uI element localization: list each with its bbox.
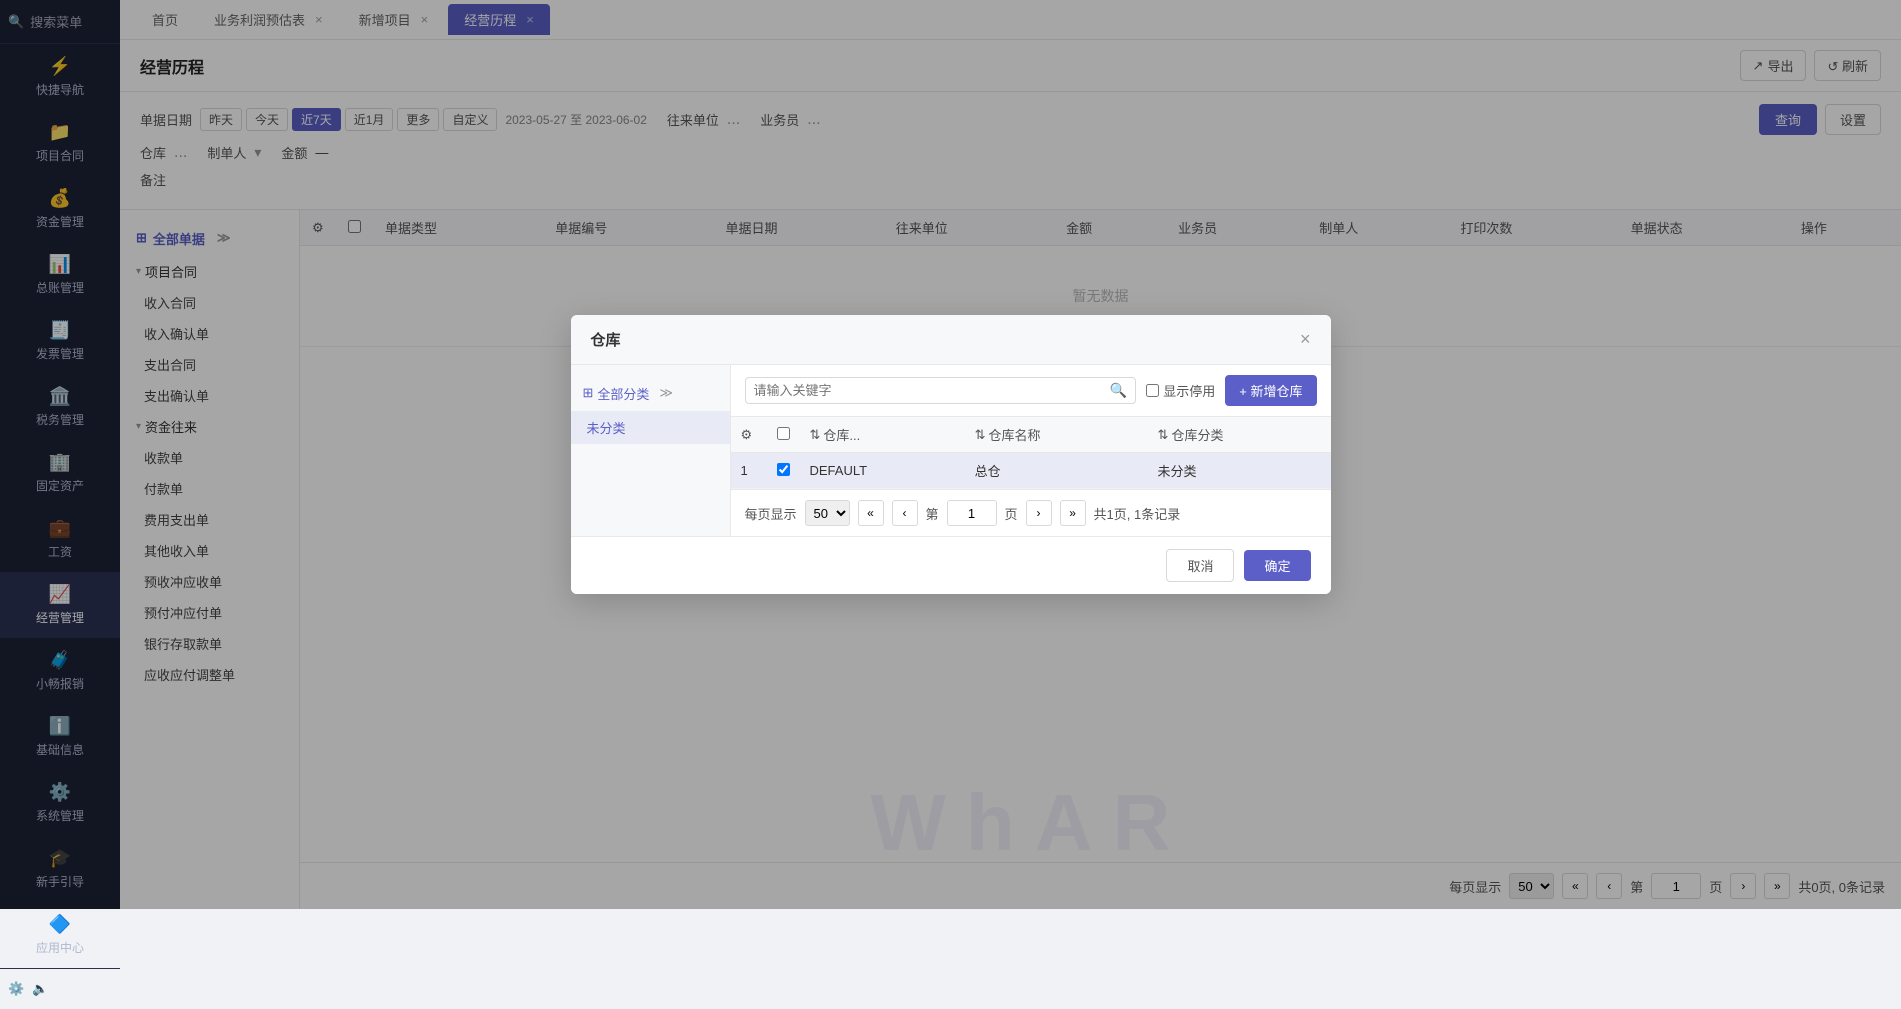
modal-th-checkbox[interactable] (767, 417, 800, 453)
show-disabled-label[interactable]: 显示停用 (1146, 381, 1215, 400)
modal-close-button[interactable]: × (1300, 329, 1311, 350)
show-disabled-checkbox[interactable] (1146, 384, 1159, 397)
modal-left-panel: ⊞ 全部分类 ≫ 未分类 (571, 365, 731, 536)
sidebar-item-label: 应用中心 (36, 939, 84, 956)
modal-table-header: ⚙ ⇅ 仓库... (731, 417, 1331, 453)
modal-per-page-label: 每页显示 (745, 504, 797, 523)
confirm-button[interactable]: 确定 (1244, 550, 1310, 581)
modal-body: ⊞ 全部分类 ≫ 未分类 🔍 (571, 365, 1331, 536)
modal-gear-icon: ⚙ (741, 427, 753, 442)
modal-th-gear[interactable]: ⚙ (731, 417, 767, 453)
modal-left-all-category: 全部分类 (597, 384, 649, 403)
modal-search-icon: 🔍 (1110, 382, 1127, 399)
sort-icon-name: ⇅ (975, 427, 986, 443)
cancel-button[interactable]: 取消 (1166, 549, 1234, 582)
modal-left-header[interactable]: ⊞ 全部分类 ≫ (571, 375, 730, 411)
sort-icon-code: ⇅ (810, 427, 821, 443)
modal-left-collapse-icon[interactable]: ≫ (653, 383, 679, 403)
modal-th-name: ⇅ 仓库名称 (965, 417, 1148, 453)
modal-prev-page[interactable]: ‹ (892, 500, 918, 526)
sidebar-bottom: ⚙️ 🔈 (0, 968, 120, 1009)
modal-next-page[interactable]: › (1026, 500, 1052, 526)
modal-search-input[interactable] (754, 383, 1104, 398)
warehouse-modal: 仓库 × ⊞ 全部分类 ≫ 未分类 (571, 315, 1331, 594)
modal-header: 仓库 × (571, 315, 1331, 365)
modal-page-label-pre: 第 (926, 504, 939, 523)
row-category: 未分类 (1148, 453, 1331, 489)
row-checkbox[interactable] (777, 463, 790, 476)
modal-table-wrapper: ⚙ ⇅ 仓库... (731, 417, 1331, 489)
modal-pagination: 每页显示 50 « ‹ 第 页 › » 共1页, 1条记录 (731, 489, 1331, 536)
modal-left-unclassified[interactable]: 未分类 (571, 411, 730, 444)
row-code: DEFAULT (800, 453, 965, 489)
modal-last-page[interactable]: » (1060, 500, 1086, 526)
modal-th-category: ⇅ 仓库分类 (1148, 417, 1331, 453)
modal-overlay: 仓库 × ⊞ 全部分类 ≫ 未分类 (0, 0, 1901, 909)
modal-page-label: 页 (1005, 504, 1018, 523)
sort-icon-category: ⇅ (1158, 427, 1169, 443)
modal-title: 仓库 (591, 329, 621, 350)
row-name: 总仓 (965, 453, 1148, 489)
modal-th-code: ⇅ 仓库... (800, 417, 965, 453)
apps-icon: 🔷 (49, 914, 71, 935)
grid-icon-modal: ⊞ (583, 385, 594, 401)
settings-icon[interactable]: ⚙️ (8, 981, 24, 997)
modal-right-panel: 🔍 显示停用 + 新增仓库 ⚙ (731, 365, 1331, 536)
modal-table: ⚙ ⇅ 仓库... (731, 417, 1331, 489)
row-index: 1 (731, 453, 767, 489)
modal-search-box: 🔍 (745, 377, 1137, 404)
modal-first-page[interactable]: « (858, 500, 884, 526)
table-row[interactable]: 1 DEFAULT 总仓 未分类 (731, 453, 1331, 489)
modal-per-page-select[interactable]: 50 (805, 500, 850, 526)
modal-select-all[interactable] (777, 427, 790, 440)
modal-toolbar: 🔍 显示停用 + 新增仓库 (731, 365, 1331, 417)
add-warehouse-button[interactable]: + 新增仓库 (1225, 375, 1316, 406)
modal-footer: 取消 确定 (571, 536, 1331, 594)
sidebar-item-apps[interactable]: 🔷 应用中心 (0, 902, 120, 968)
row-checkbox-cell[interactable] (767, 453, 800, 489)
volume-icon[interactable]: 🔈 (32, 981, 48, 997)
modal-total-text: 共1页, 1条记录 (1094, 504, 1181, 523)
modal-page-input[interactable] (947, 500, 997, 526)
